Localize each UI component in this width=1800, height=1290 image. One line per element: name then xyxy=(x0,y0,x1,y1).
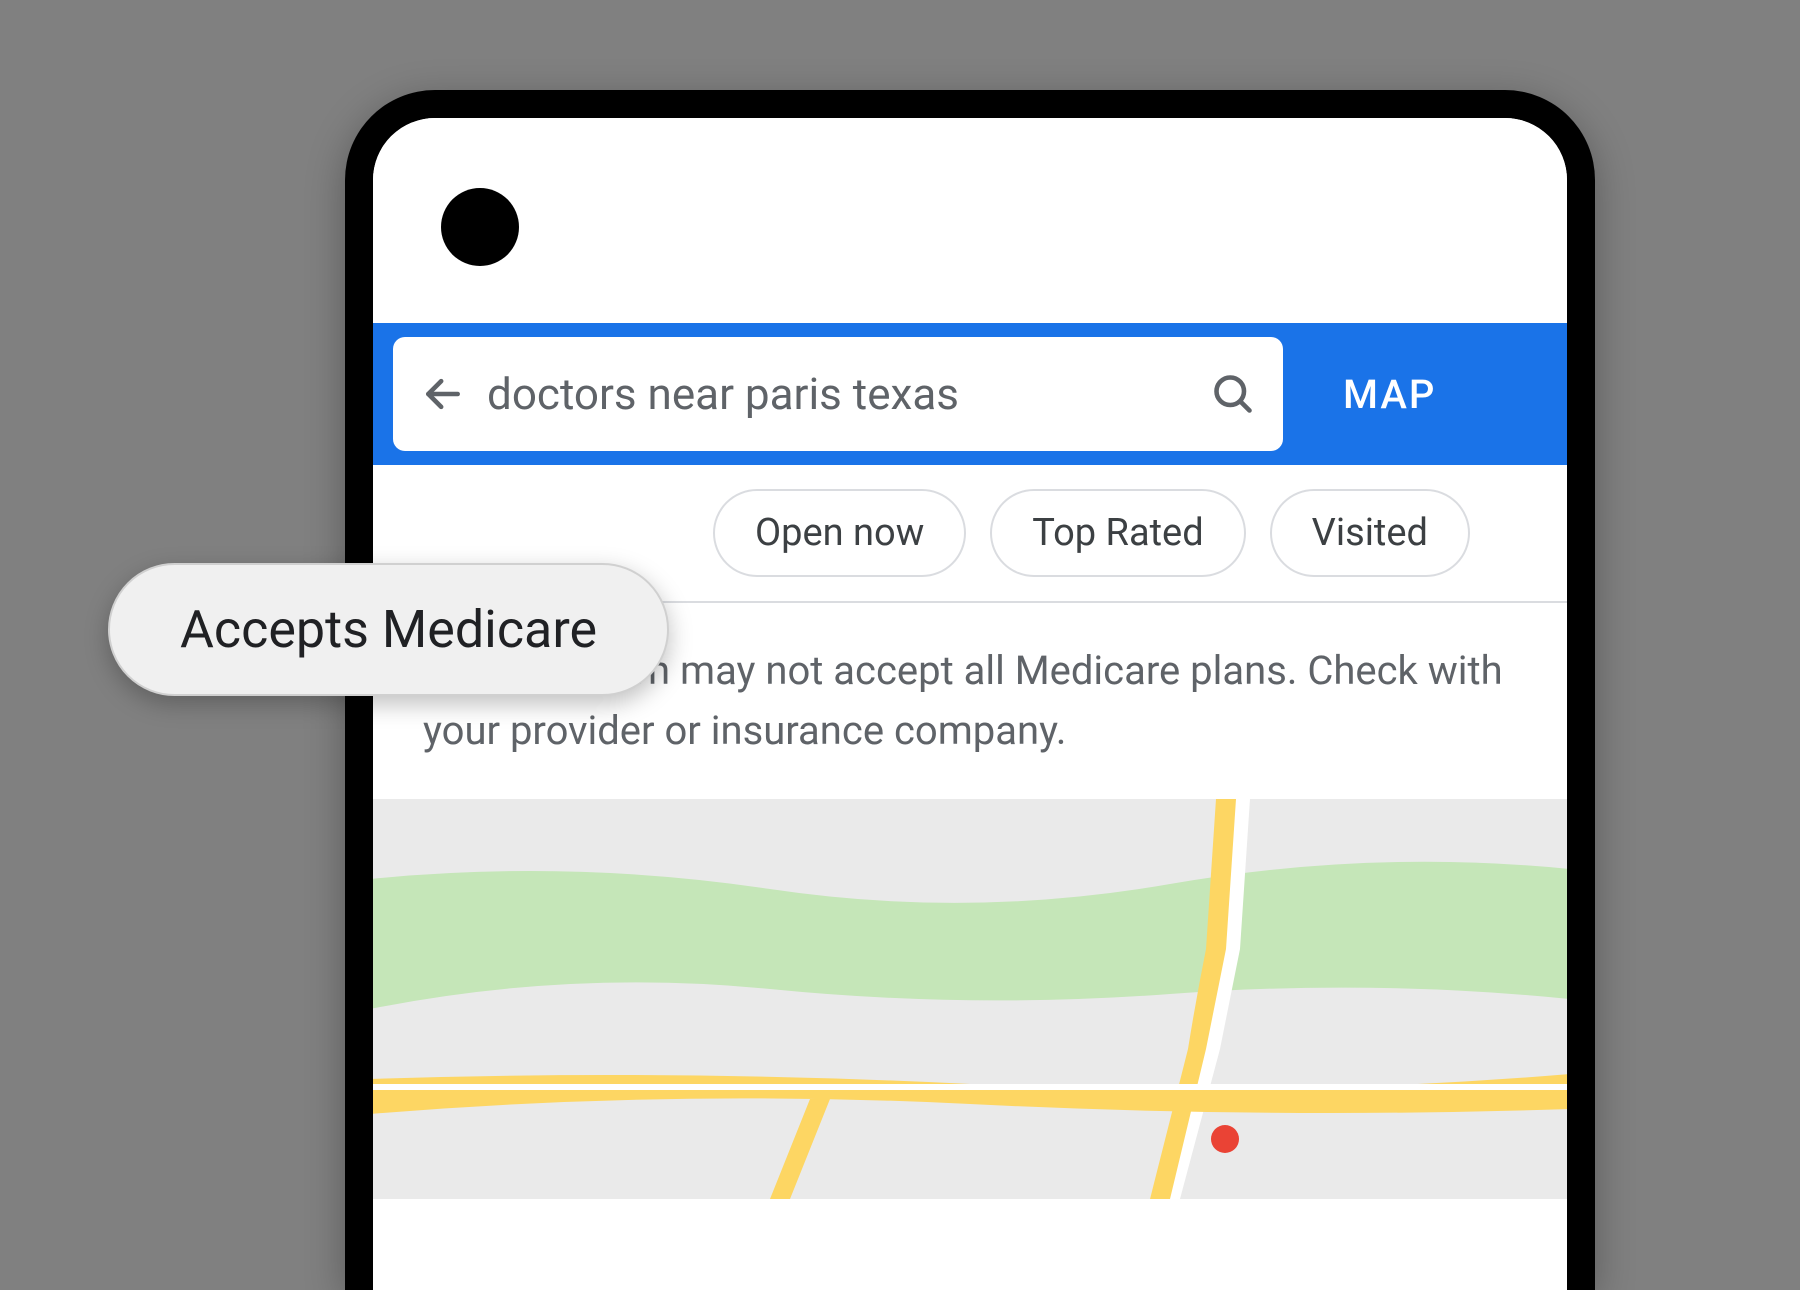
search-header: MAP xyxy=(373,323,1567,465)
filter-chip-top-rated[interactable]: Top Rated xyxy=(990,489,1245,577)
filter-chip-visited[interactable]: Visited xyxy=(1270,489,1470,577)
back-arrow-icon[interactable] xyxy=(421,372,465,416)
filter-chip-accepts-medicare[interactable]: Accepts Medicare xyxy=(108,563,669,696)
phone-screen: MAP Open now Top Rated Visited Places sh… xyxy=(373,118,1567,1290)
search-input[interactable] xyxy=(487,368,1189,420)
search-icon[interactable] xyxy=(1211,372,1255,416)
camera-hole xyxy=(441,188,519,266)
search-box[interactable] xyxy=(393,337,1283,451)
map-button[interactable]: MAP xyxy=(1313,371,1466,418)
map-area[interactable] xyxy=(373,799,1567,1199)
status-bar xyxy=(373,118,1567,323)
filter-chip-open-now[interactable]: Open now xyxy=(713,489,966,577)
